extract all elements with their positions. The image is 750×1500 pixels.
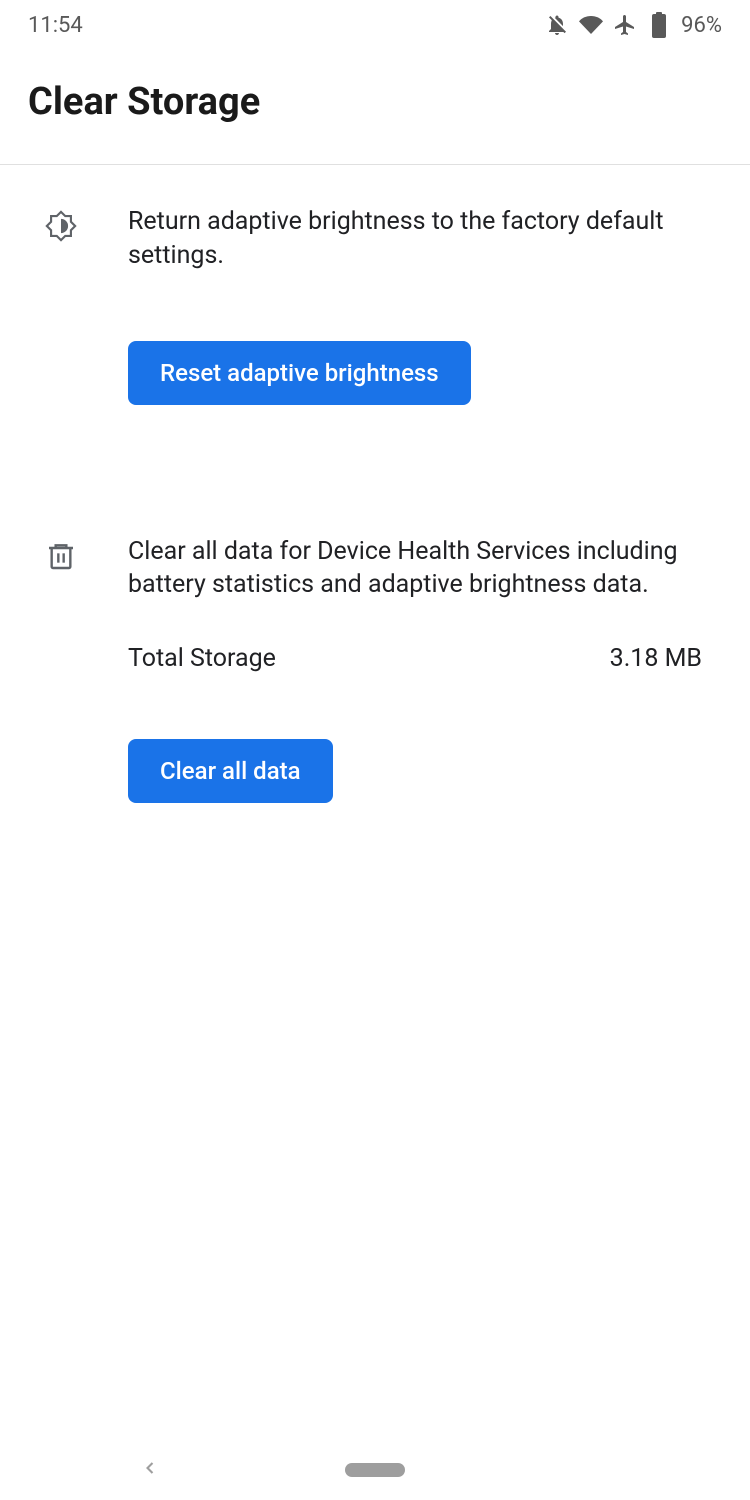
page-title: Clear Storage	[28, 80, 722, 124]
storage-row: Total Storage 3.18 MB	[128, 644, 702, 673]
home-pill[interactable]	[345, 1463, 405, 1477]
status-bar: 11:54 96%	[0, 0, 750, 50]
main-content: Return adaptive brightness to the factor…	[0, 165, 750, 803]
brightness-icon	[44, 209, 78, 243]
wifi-icon	[579, 13, 603, 37]
clear-all-data-button[interactable]: Clear all data	[128, 739, 333, 803]
status-icons-right: 96%	[545, 13, 722, 38]
total-storage-value: 3.18 MB	[610, 644, 702, 673]
navigation-bar	[0, 1440, 750, 1500]
reset-adaptive-brightness-button[interactable]: Reset adaptive brightness	[128, 341, 471, 405]
battery-icon	[647, 13, 671, 37]
back-icon[interactable]	[140, 1458, 160, 1482]
section-clear-data: Clear all data for Device Health Service…	[0, 495, 750, 804]
section-adaptive-brightness: Return adaptive brightness to the factor…	[0, 165, 750, 405]
battery-percent: 96%	[681, 13, 722, 38]
total-storage-label: Total Storage	[128, 644, 276, 673]
adaptive-brightness-description: Return adaptive brightness to the factor…	[128, 205, 702, 273]
clear-data-description: Clear all data for Device Health Service…	[128, 535, 702, 603]
page-header: Clear Storage	[0, 50, 750, 164]
airplane-mode-icon	[613, 13, 637, 37]
section-clear-body: Clear all data for Device Health Service…	[128, 535, 722, 804]
dnd-off-icon	[545, 13, 569, 37]
status-time: 11:54	[28, 13, 83, 38]
trash-icon	[44, 539, 78, 573]
section-adaptive-body: Return adaptive brightness to the factor…	[128, 205, 722, 405]
